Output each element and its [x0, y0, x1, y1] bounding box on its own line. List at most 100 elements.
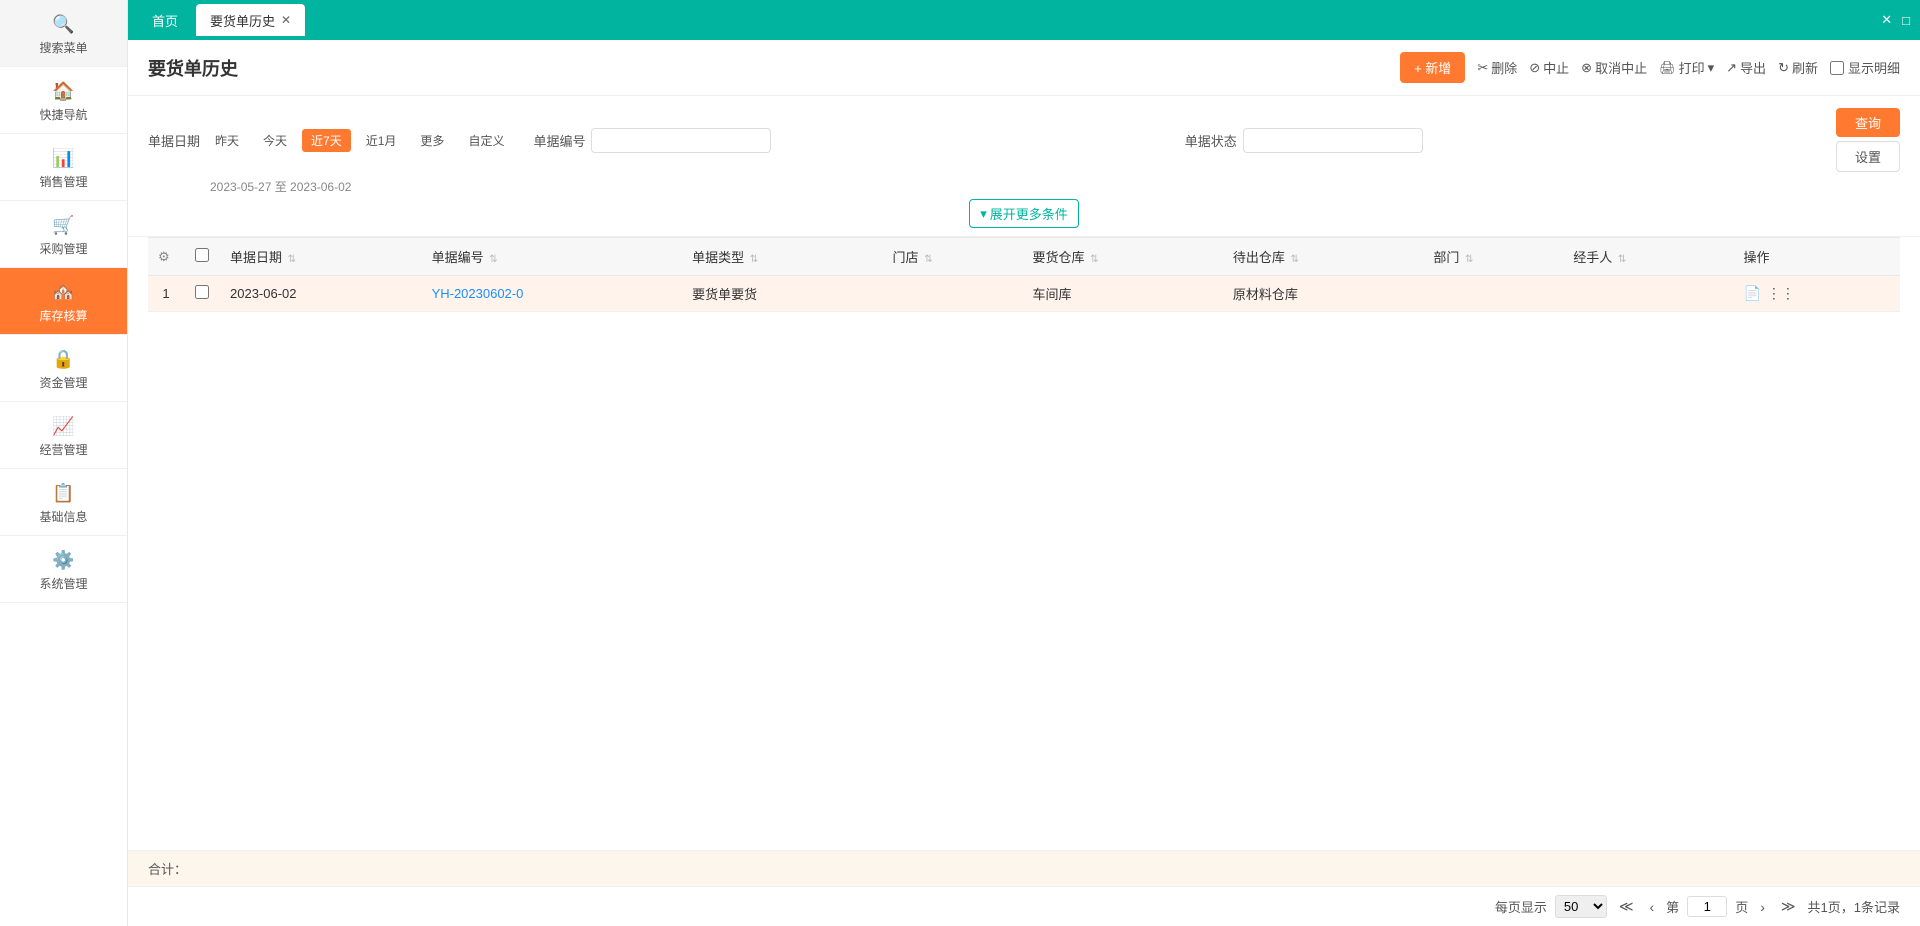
- cancel-suspend-label: 取消中止: [1595, 58, 1647, 77]
- refresh-icon: ↻: [1778, 60, 1789, 76]
- sort-warehouse-icon[interactable]: ⇅: [1090, 254, 1098, 265]
- select-all-checkbox[interactable]: [195, 248, 209, 262]
- main-area: 首页 要货单历史 ✕ ✕ □ 要货单历史 + 新增 ✂ 删除 ⊘ 中止: [128, 0, 1920, 926]
- filter-row-1: 单据日期 昨天 今天 近7天 近1月 更多 自定义 单据编号: [148, 108, 1900, 172]
- filter-area: 单据日期 昨天 今天 近7天 近1月 更多 自定义 单据编号: [128, 96, 1920, 237]
- sort-handler-icon[interactable]: ⇅: [1618, 254, 1626, 265]
- date-btn-custom[interactable]: 自定义: [459, 129, 513, 152]
- next-page-btn[interactable]: ›: [1756, 897, 1769, 917]
- page-number-input[interactable]: [1687, 896, 1727, 917]
- sidebar-item-sales[interactable]: 📊 销售管理: [0, 134, 127, 201]
- window-close-button[interactable]: ✕: [1881, 12, 1892, 28]
- delete-label: 删除: [1491, 58, 1517, 77]
- sort-billno-icon[interactable]: ⇅: [489, 254, 497, 265]
- sort-dept-icon[interactable]: ⇅: [1465, 254, 1473, 265]
- pagination-bar: 每页显示 50 10 20 100 ≪ ‹ 第 页 › ≫ 共1页，1条记录: [128, 886, 1920, 926]
- th-store-label: 门店: [893, 250, 919, 265]
- date-range-display: 2023-05-27 至 2023-06-02: [210, 178, 1900, 195]
- tab-close-icon[interactable]: ✕: [281, 13, 291, 27]
- first-page-btn[interactable]: ≪: [1615, 896, 1638, 917]
- display-detail-toggle[interactable]: 显示明细: [1830, 58, 1900, 77]
- sidebar-item-finance[interactable]: 🔒 资金管理: [0, 335, 127, 402]
- th-warehouse: 要货仓库 ⇅: [1022, 238, 1222, 276]
- row-store: [883, 276, 1023, 312]
- suspend-icon: ⊘: [1529, 60, 1540, 76]
- sidebar-item-quicknav[interactable]: 🏠 快捷导航: [0, 67, 127, 134]
- th-target-warehouse-label: 待出仓库: [1233, 250, 1285, 265]
- print-label: 打印: [1679, 58, 1705, 77]
- last-page-btn[interactable]: ≫: [1777, 896, 1800, 917]
- delete-button[interactable]: ✂ 删除: [1477, 58, 1517, 77]
- print-dropdown-icon: ▾: [1708, 60, 1715, 76]
- action-icons-group: 📄 ⋮⋮: [1743, 285, 1890, 302]
- display-detail-checkbox[interactable]: [1830, 61, 1844, 75]
- prev-page-btn[interactable]: ‹: [1646, 897, 1659, 917]
- query-button[interactable]: 查询: [1836, 108, 1900, 137]
- sidebar-item-operations[interactable]: 📈 经营管理: [0, 402, 127, 469]
- th-billno-label: 单据编号: [432, 250, 484, 265]
- page-title: 要货单历史: [148, 55, 1390, 81]
- date-btn-1month[interactable]: 近1月: [357, 129, 406, 152]
- per-page-label: 每页显示: [1495, 897, 1547, 916]
- row-index: 1: [148, 276, 184, 312]
- row-edit-icon[interactable]: 📄: [1743, 285, 1760, 302]
- window-maximize-button[interactable]: □: [1902, 13, 1910, 28]
- sort-target-warehouse-icon[interactable]: ⇅: [1291, 254, 1299, 265]
- export-button[interactable]: ↗ 导出: [1726, 58, 1766, 77]
- billno-link[interactable]: YH-20230602-0: [432, 286, 524, 301]
- basics-icon: 📋: [52, 483, 74, 504]
- sidebar-item-search[interactable]: 🔍 搜索菜单: [0, 0, 127, 67]
- sidebar-item-sales-label: 销售管理: [39, 173, 87, 190]
- sidebar-item-purchase[interactable]: 🛒 采购管理: [0, 201, 127, 268]
- per-page-select[interactable]: 50 10 20 100: [1555, 895, 1607, 918]
- sidebar: 🔍 搜索菜单 🏠 快捷导航 📊 销售管理 🛒 采购管理 🏘️ 库存核算 🔒 资金…: [0, 0, 128, 926]
- export-label: 导出: [1740, 58, 1766, 77]
- suspend-button[interactable]: ⊘ 中止: [1529, 58, 1569, 77]
- th-dept: 部门 ⇅: [1423, 238, 1563, 276]
- th-store: 门店 ⇅: [883, 238, 1023, 276]
- date-btn-more[interactable]: 更多: [411, 129, 453, 152]
- status-select[interactable]: [1243, 128, 1423, 153]
- date-btn-today[interactable]: 今天: [254, 129, 296, 152]
- cancel-suspend-button[interactable]: ⊗ 取消中止: [1581, 58, 1647, 77]
- cancel-suspend-icon: ⊗: [1581, 60, 1592, 76]
- sidebar-item-basics[interactable]: 📋 基础信息: [0, 469, 127, 536]
- row-dept: [1423, 276, 1563, 312]
- date-btn-yesterday[interactable]: 昨天: [206, 129, 248, 152]
- tab-home-label: 首页: [152, 11, 178, 30]
- search-menu-icon: 🔍: [52, 14, 74, 35]
- expand-row: ▾ 展开更多条件: [148, 199, 1900, 228]
- sidebar-item-inventory[interactable]: 🏘️ 库存核算: [0, 268, 127, 335]
- page-unit-label: 页: [1735, 897, 1748, 916]
- expand-more-btn[interactable]: ▾ 展开更多条件: [969, 199, 1079, 228]
- sort-type-icon[interactable]: ⇅: [750, 254, 758, 265]
- add-button[interactable]: + 新增: [1400, 52, 1465, 83]
- status-select-wrapper: [1243, 128, 1816, 153]
- sort-store-icon[interactable]: ⇅: [924, 254, 932, 265]
- row-target-warehouse: 原材料仓库: [1223, 276, 1423, 312]
- table-settings-icon[interactable]: ⚙: [158, 249, 174, 265]
- sidebar-item-search-label: 搜索菜单: [39, 39, 87, 56]
- sidebar-item-basics-label: 基础信息: [39, 508, 87, 525]
- row-checkbox: [184, 276, 220, 312]
- row-actions: 📄 ⋮⋮: [1733, 276, 1900, 312]
- date-btn-7days[interactable]: 近7天: [302, 129, 351, 152]
- th-type-label: 单据类型: [692, 250, 744, 265]
- export-icon: ↗: [1726, 60, 1737, 76]
- refresh-button[interactable]: ↻ 刷新: [1778, 58, 1818, 77]
- sidebar-item-system[interactable]: ⚙️ 系统管理: [0, 536, 127, 603]
- page-label: 第: [1666, 897, 1679, 916]
- top-bar-right: ✕ □: [1881, 12, 1910, 28]
- tab-order-history[interactable]: 要货单历史 ✕: [196, 4, 305, 36]
- tab-order-history-label: 要货单历史: [210, 11, 275, 30]
- settings-button[interactable]: 设置: [1836, 141, 1900, 172]
- print-button[interactable]: 🖨 打印 ▾: [1659, 58, 1714, 77]
- tab-home[interactable]: 首页: [138, 4, 192, 36]
- row-select-checkbox[interactable]: [195, 285, 209, 299]
- billno-input[interactable]: [591, 128, 771, 153]
- th-checkbox: [184, 238, 220, 276]
- row-detail-icon[interactable]: ⋮⋮: [1767, 285, 1795, 302]
- th-date-label: 单据日期: [230, 250, 282, 265]
- billno-filter-group: 单据编号: [533, 128, 1164, 153]
- sort-date-icon[interactable]: ⇅: [288, 254, 296, 265]
